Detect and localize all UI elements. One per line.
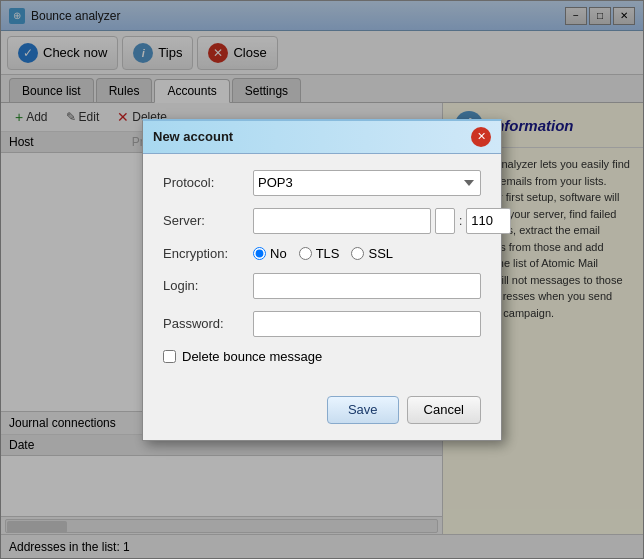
password-row: Password: <box>163 311 481 337</box>
dialog-title: New account <box>153 129 233 144</box>
server-row: Server: : <box>163 208 481 234</box>
save-button[interactable]: Save <box>327 396 399 424</box>
server-dropdown[interactable] <box>435 208 455 234</box>
encryption-tls-label: TLS <box>316 246 340 261</box>
encryption-control: No TLS SSL <box>253 246 481 261</box>
delete-bounce-checkbox[interactable] <box>163 350 176 363</box>
password-input[interactable] <box>253 311 481 337</box>
login-control <box>253 273 481 299</box>
dialog-title-bar: New account ✕ <box>143 121 501 154</box>
password-label: Password: <box>163 316 253 331</box>
server-label: Server: <box>163 213 253 228</box>
delete-bounce-row: Delete bounce message <box>163 349 481 364</box>
new-account-dialog: New account ✕ Protocol: POP3 IMAP SMTP S… <box>142 119 502 441</box>
password-control <box>253 311 481 337</box>
encryption-no-label: No <box>270 246 287 261</box>
dialog-body: Protocol: POP3 IMAP SMTP Server: : <box>143 154 501 396</box>
port-input[interactable] <box>466 208 511 234</box>
protocol-row: Protocol: POP3 IMAP SMTP <box>163 170 481 196</box>
delete-bounce-label: Delete bounce message <box>182 349 322 364</box>
encryption-row: Encryption: No TLS SSL <box>163 246 481 261</box>
protocol-select[interactable]: POP3 IMAP SMTP <box>253 170 481 196</box>
encryption-label: Encryption: <box>163 246 253 261</box>
encryption-radio-group: No TLS SSL <box>253 246 481 261</box>
server-input-group: : <box>253 208 511 234</box>
modal-overlay: New account ✕ Protocol: POP3 IMAP SMTP S… <box>0 0 644 559</box>
login-row: Login: <box>163 273 481 299</box>
dialog-footer: Save Cancel <box>143 396 501 440</box>
encryption-ssl[interactable]: SSL <box>351 246 393 261</box>
protocol-control: POP3 IMAP SMTP <box>253 170 481 196</box>
dialog-close-button[interactable]: ✕ <box>471 127 491 147</box>
login-input[interactable] <box>253 273 481 299</box>
server-input[interactable] <box>253 208 431 234</box>
cancel-button[interactable]: Cancel <box>407 396 481 424</box>
encryption-no[interactable]: No <box>253 246 287 261</box>
server-control: : <box>253 208 511 234</box>
encryption-ssl-label: SSL <box>368 246 393 261</box>
protocol-label: Protocol: <box>163 175 253 190</box>
port-separator: : <box>459 214 462 228</box>
encryption-tls[interactable]: TLS <box>299 246 340 261</box>
login-label: Login: <box>163 278 253 293</box>
